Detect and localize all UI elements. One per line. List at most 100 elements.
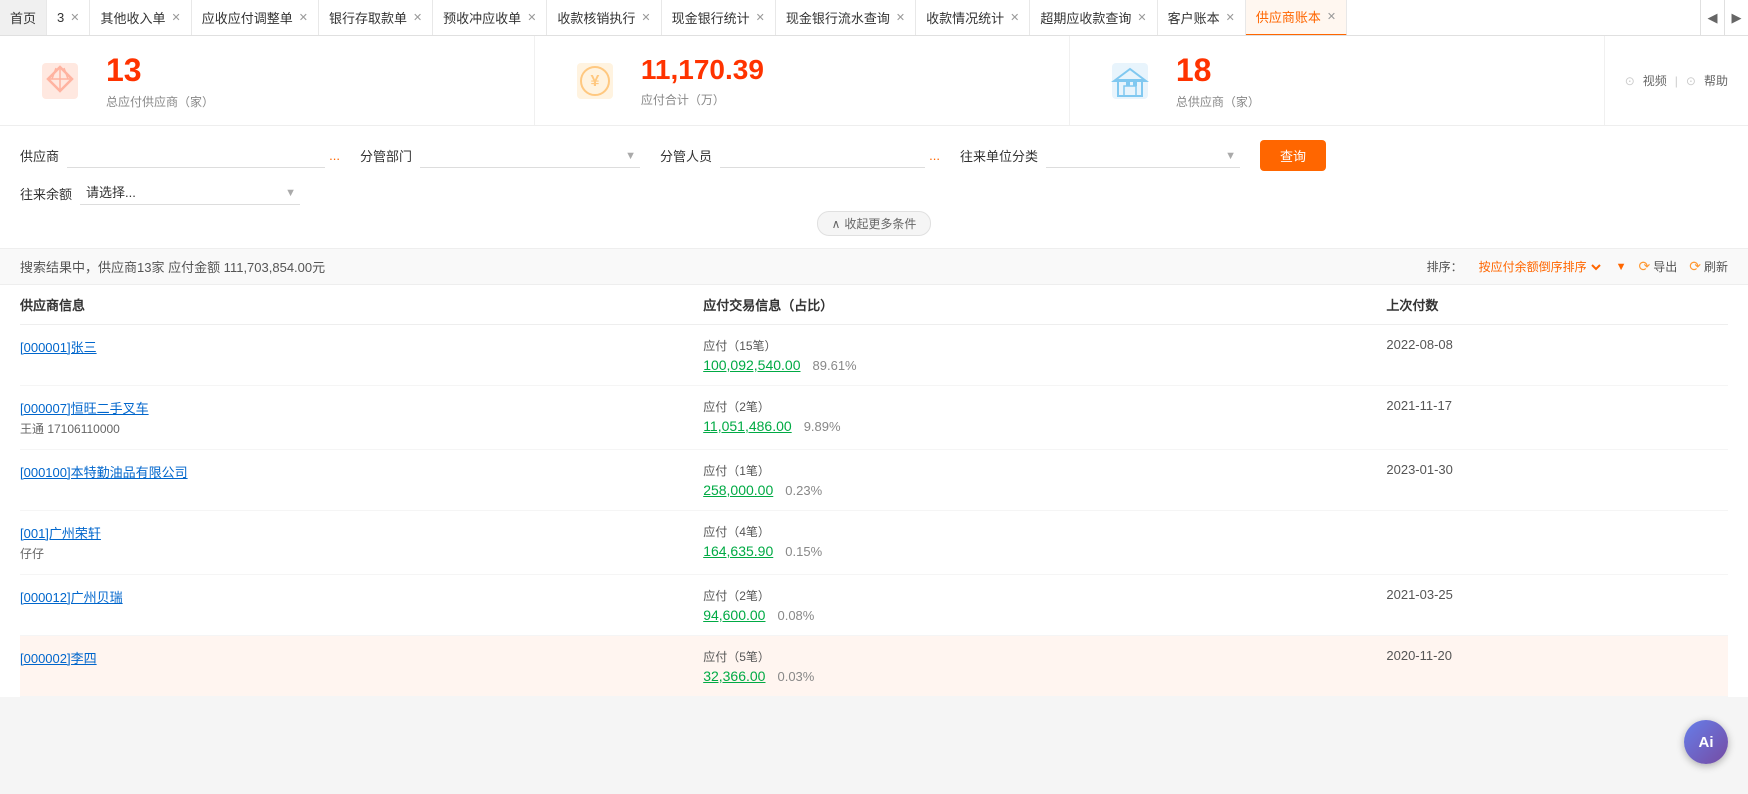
export-button[interactable]: ⟳ 导出 [1639, 258, 1678, 275]
table-header: 供应商信息 应付交易信息（占比） 上次付数 [20, 285, 1728, 325]
query-button[interactable]: 查询 [1260, 140, 1326, 171]
nav-tab-receipt-stat-close[interactable]: ✕ [1010, 11, 1019, 24]
amount-3[interactable]: 258,000.00 [703, 482, 773, 498]
supplier-link-2[interactable]: [000007]恒旺二手叉车 [20, 398, 703, 417]
nav-tab-other-income[interactable]: 其他收入单 ✕ [90, 0, 191, 36]
balance-select[interactable]: 请选择... [80, 181, 300, 205]
sort-dropdown-icon: ▼ [1616, 261, 1627, 273]
balance-field: 往来余额 请选择... ▼ [20, 181, 300, 205]
nav-tab-cash-flow-close[interactable]: ✕ [896, 11, 905, 24]
amount-2[interactable]: 11,051,486.00 [703, 418, 792, 434]
nav-tab-overdue-ar[interactable]: 超期应收款查询 ✕ [1030, 0, 1157, 36]
supplier-link-4[interactable]: [001]广州荣轩 [20, 523, 703, 542]
supplier-label: 供应商 [20, 146, 59, 165]
amount-4[interactable]: 164,635.90 [703, 543, 773, 559]
nav-tab-receipt-stat-label: 收款情况统计 [926, 8, 1004, 27]
nav-arrow-right[interactable]: ▶ [1724, 0, 1748, 36]
supplier-info-4: [001]广州荣轩 仔仔 [20, 523, 703, 562]
refresh-icon: ⟳ [1689, 258, 1701, 275]
refresh-button[interactable]: ⟳ 刷新 [1689, 258, 1728, 275]
nav-tab-other-income-close[interactable]: ✕ [171, 11, 180, 24]
percent-1: 89.61% [813, 358, 857, 373]
nav-tab-home-label: 首页 [10, 8, 36, 27]
amount-1[interactable]: 100,092,540.00 [703, 357, 800, 373]
nav-tab-prepay-ar-close[interactable]: ✕ [527, 11, 536, 24]
video-link[interactable]: 视频 [1643, 72, 1667, 89]
nav-tab-cash-bank-stat[interactable]: 现金银行统计 ✕ [662, 0, 776, 36]
result-bar-right: 排序： 按应付余额倒序排序 ▼ ⟳ 导出 ⟳ 刷新 [1427, 258, 1728, 275]
nav-tab-bank-deposit-close[interactable]: ✕ [413, 11, 422, 24]
amount-5[interactable]: 94,600.00 [703, 607, 765, 623]
date-5: 2021-03-25 [1386, 587, 1453, 602]
nav-tab-3-close[interactable]: ✕ [70, 11, 79, 24]
stat-payable-amount-info: 11,170.39 应付合计（万） [641, 53, 764, 108]
nav-tab-prepay-ar-label: 预收冲应收单 [443, 8, 521, 27]
nav-tab-3-label: 3 [57, 10, 64, 25]
nav-tab-customer-ledger-close[interactable]: ✕ [1226, 11, 1235, 24]
dept-select-wrapper: ▼ [420, 144, 640, 168]
percent-3: 0.23% [785, 483, 822, 498]
circle-icon2: ⊙ [1686, 74, 1696, 88]
nav-tab-prepay-ar[interactable]: 预收冲应收单 ✕ [433, 0, 547, 36]
nav-tab-cash-flow[interactable]: 现金银行流水查询 ✕ [776, 0, 916, 36]
result-bar: 搜索结果中，供应商13家 应付金额 111,703,854.00元 排序： 按应… [0, 249, 1748, 285]
col-header-last-pay: 上次付数 [1386, 295, 1728, 314]
nav-tab-supplier-ledger-label: 供应商账本 [1256, 7, 1321, 26]
ai-button[interactable]: Ai [1684, 720, 1728, 764]
table-area: 供应商信息 应付交易信息（占比） 上次付数 [000001]张三 应付（15笔）… [0, 285, 1748, 697]
supplier-input[interactable] [67, 144, 325, 168]
pay-label-4: 应付（4笔） [703, 523, 1386, 540]
amount-row-1: 100,092,540.00 89.61% [703, 357, 1386, 373]
search-row-1: 供应商 ... 分管部门 ▼ 分管人员 ... 往来单位分类 [20, 140, 1728, 171]
nav-tab-ar-ap-adjust[interactable]: 应收应付调整单 ✕ [192, 0, 319, 36]
collapse-button[interactable]: ∧ 收起更多条件 [817, 211, 932, 236]
nav-tab-payment-verify-close[interactable]: ✕ [641, 11, 650, 24]
supplier-sub-4: 仔仔 [20, 545, 703, 562]
supplier-info-5: [000012]广州贝瑞 [20, 587, 703, 606]
category-select[interactable] [1046, 144, 1240, 168]
transaction-info-3: 应付（1笔） 258,000.00 0.23% [703, 462, 1386, 498]
nav-tab-payment-verify[interactable]: 收款核销执行 ✕ [547, 0, 661, 36]
person-field: 分管人员 ... [660, 144, 940, 168]
supplier-sub-2: 王通 17106110000 [20, 420, 703, 437]
person-ellipsis[interactable]: ... [929, 148, 940, 163]
supplier-ellipsis[interactable]: ... [329, 148, 340, 163]
nav-tab-3[interactable]: 3 ✕ [47, 0, 90, 36]
nav-tab-cash-bank-stat-close[interactable]: ✕ [756, 11, 765, 24]
supplier-link-1[interactable]: [000001]张三 [20, 337, 703, 356]
amount-row-6: 32,366.00 0.03% [703, 668, 1386, 684]
supplier-link-6[interactable]: [000002]李四 [20, 648, 703, 667]
circle-icon: ⊙ [1625, 74, 1635, 88]
nav-tab-bank-deposit[interactable]: 银行存取款单 ✕ [319, 0, 433, 36]
percent-4: 0.15% [785, 544, 822, 559]
nav-tab-home[interactable]: 首页 [0, 0, 47, 36]
pay-label-2: 应付（2笔） [703, 398, 1386, 415]
nav-tab-customer-ledger[interactable]: 客户账本 ✕ [1158, 0, 1246, 36]
pay-label-1: 应付（15笔） [703, 337, 1386, 354]
table-row: [000100]本特勤油品有限公司 应付（1笔） 258,000.00 0.23… [20, 450, 1728, 511]
amount-6[interactable]: 32,366.00 [703, 668, 765, 684]
stat-total-payable-amount: ¥ 11,170.39 应付合计（万） [535, 36, 1070, 125]
collapse-btn-label: 收起更多条件 [844, 215, 916, 232]
sort-select[interactable]: 按应付余额倒序排序 [1475, 259, 1604, 275]
supplier-link-5[interactable]: [000012]广州贝瑞 [20, 587, 703, 606]
person-input[interactable] [720, 144, 925, 168]
date-1: 2022-08-08 [1386, 337, 1453, 352]
result-summary: 搜索结果中，供应商13家 应付金额 111,703,854.00元 [20, 257, 325, 276]
help-link[interactable]: 帮助 [1704, 72, 1728, 89]
nav-tab-supplier-ledger[interactable]: 供应商账本 ✕ [1246, 0, 1347, 36]
pay-label-5: 应付（2笔） [703, 587, 1386, 604]
amount-row-5: 94,600.00 0.08% [703, 607, 1386, 623]
transaction-info-4: 应付（4笔） 164,635.90 0.15% [703, 523, 1386, 559]
nav-tab-receipt-stat[interactable]: 收款情况统计 ✕ [916, 0, 1030, 36]
nav-tab-ar-ap-adjust-close[interactable]: ✕ [299, 11, 308, 24]
supplier-link-3[interactable]: [000100]本特勤油品有限公司 [20, 462, 703, 481]
nav-tab-cash-flow-label: 现金银行流水查询 [786, 8, 890, 27]
last-pay-1: 2022-08-08 [1386, 337, 1728, 352]
dept-select[interactable] [420, 144, 640, 168]
nav-tab-overdue-ar-close[interactable]: ✕ [1137, 11, 1146, 24]
nav-arrow-left[interactable]: ◀ [1700, 0, 1724, 36]
nav-tab-bank-deposit-label: 银行存取款单 [329, 8, 407, 27]
nav-tab-customer-ledger-label: 客户账本 [1168, 8, 1220, 27]
nav-tab-supplier-ledger-close[interactable]: ✕ [1327, 10, 1336, 23]
